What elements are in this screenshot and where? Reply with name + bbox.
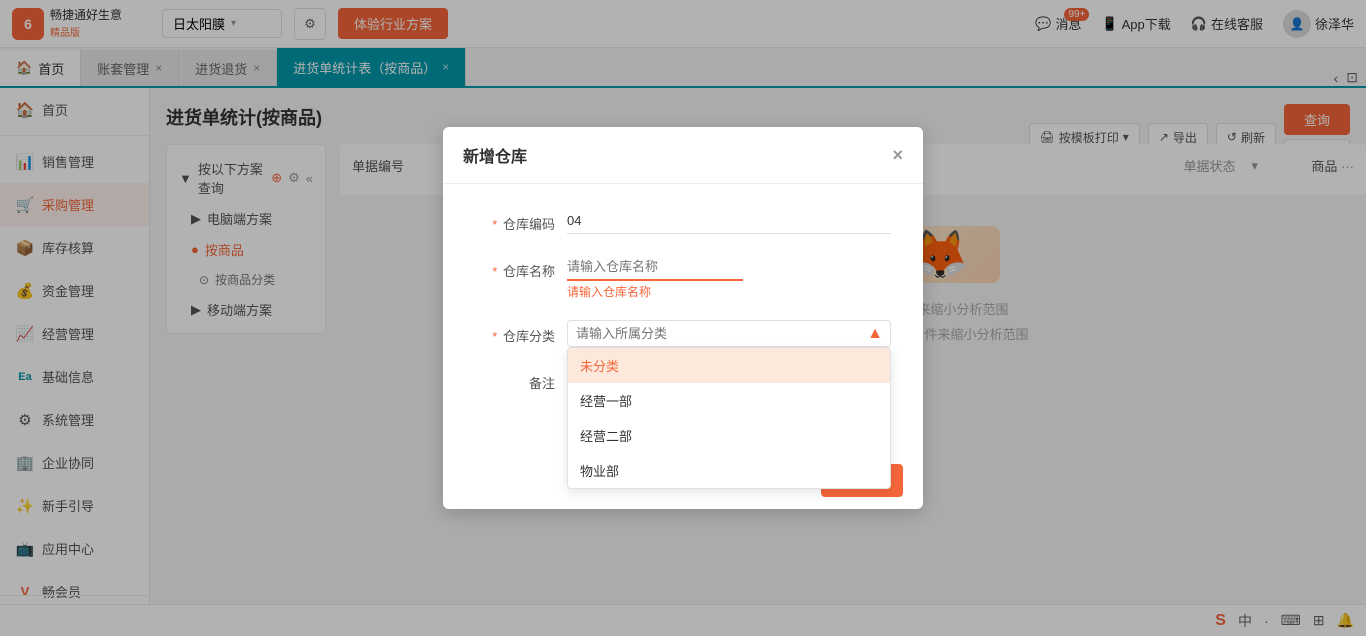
modal-header: 新增仓库 × bbox=[443, 127, 923, 184]
modal-body: * 仓库编码 * 仓库名称 请输入仓库名称 bbox=[443, 184, 923, 452]
remarks-label: 备注 bbox=[475, 367, 555, 392]
form-row-warehouse-category: * 仓库分类 ▲ 未分类 经营一部 经营二部 物业部 bbox=[475, 320, 891, 347]
form-row-warehouse-name: * 仓库名称 请输入仓库名称 bbox=[475, 254, 891, 300]
modal-overlay[interactable]: 新增仓库 × * 仓库编码 * 仓库名称 bbox=[0, 0, 1366, 636]
modal-add-warehouse: 新增仓库 × * 仓库编码 * 仓库名称 bbox=[443, 127, 923, 509]
dropdown-item-dept1[interactable]: 经营一部 bbox=[568, 383, 890, 418]
dropdown-item-dept2[interactable]: 经营二部 bbox=[568, 418, 890, 453]
warehouse-code-input[interactable] bbox=[567, 208, 891, 234]
modal-close-button[interactable]: × bbox=[892, 145, 903, 166]
warehouse-code-label: * 仓库编码 bbox=[475, 208, 555, 233]
warehouse-name-error: 请输入仓库名称 bbox=[567, 283, 651, 300]
warehouse-category-select-wrap: ▲ 未分类 经营一部 经营二部 物业部 bbox=[567, 320, 891, 347]
category-dropdown: 未分类 经营一部 经营二部 物业部 bbox=[567, 347, 891, 489]
modal-title: 新增仓库 bbox=[463, 143, 527, 167]
dropdown-item-dept3[interactable]: 物业部 bbox=[568, 453, 890, 488]
warehouse-category-input[interactable] bbox=[567, 320, 891, 347]
form-row-warehouse-code: * 仓库编码 bbox=[475, 208, 891, 234]
warehouse-name-input[interactable] bbox=[567, 254, 743, 281]
dropdown-item-none[interactable]: 未分类 bbox=[568, 348, 890, 383]
warehouse-category-label: * 仓库分类 bbox=[475, 320, 555, 345]
warehouse-name-label: * 仓库名称 bbox=[475, 255, 555, 280]
